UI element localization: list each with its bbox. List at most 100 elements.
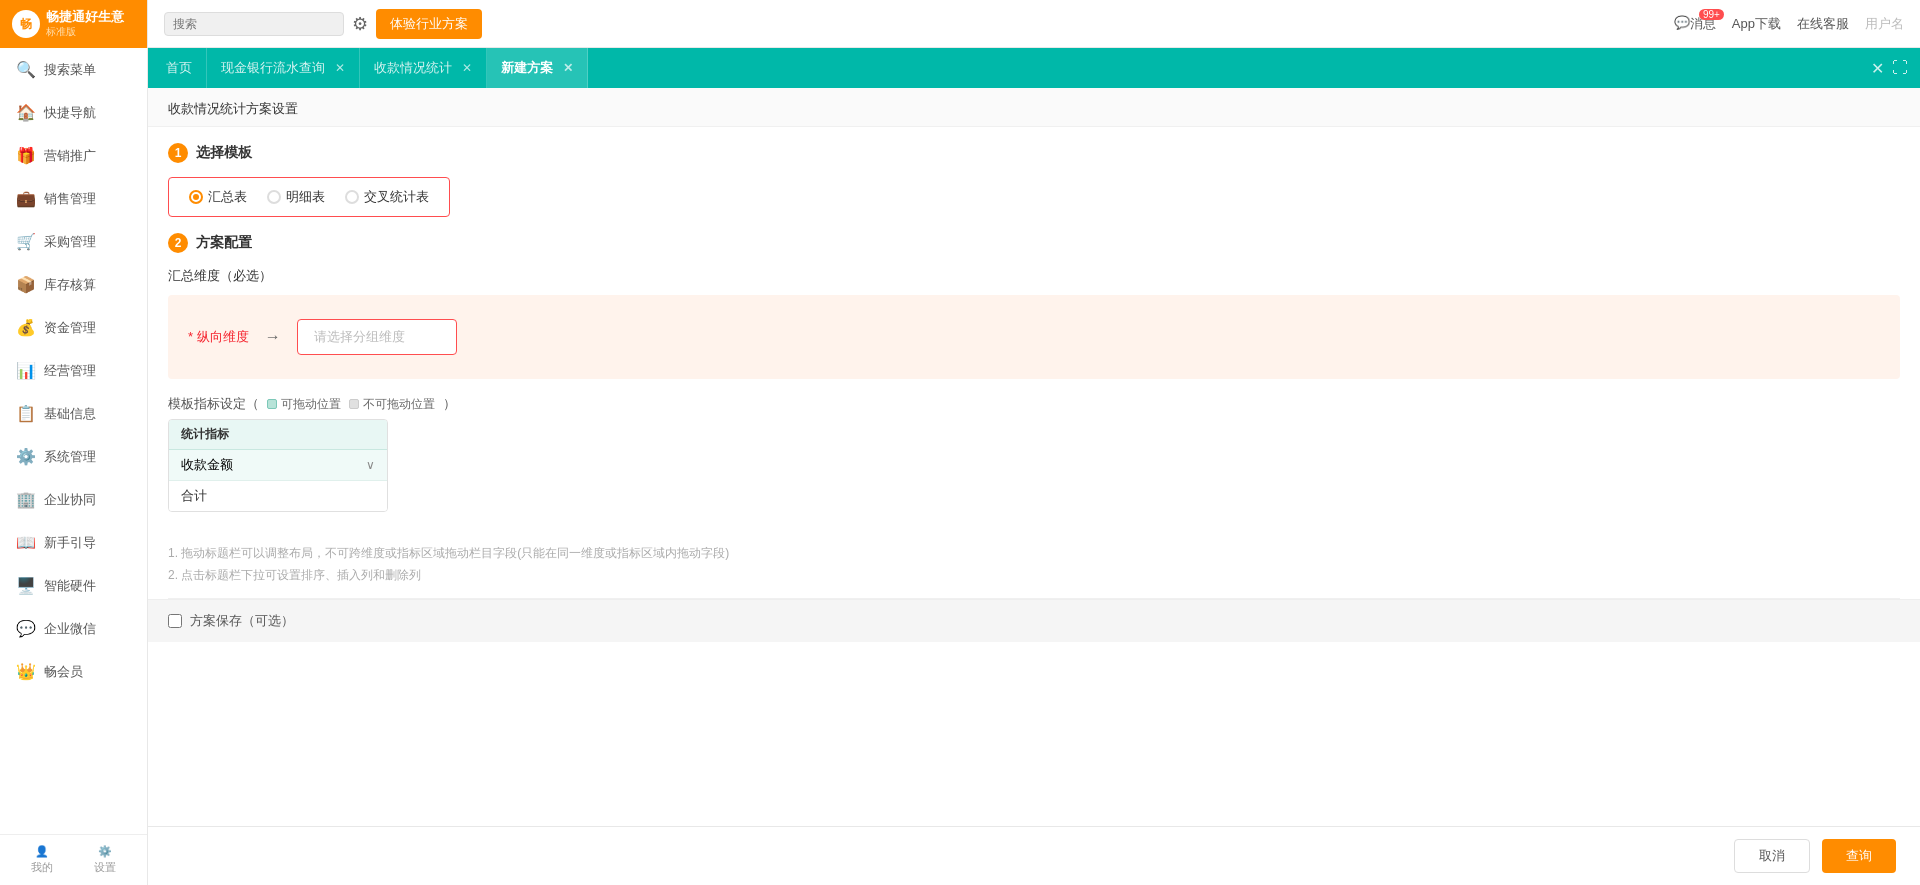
metrics-header: 模板指标设定（ 可拖动位置 不可拖动位置 ） [168,395,1900,413]
radio-summary[interactable]: 汇总表 [189,188,247,206]
page-title: 收款情况统计方案设置 [168,101,298,116]
trial-button[interactable]: 体验行业方案 [376,9,482,39]
gear-icon[interactable]: ⚙ [352,13,368,35]
not-draggable-dot [349,399,359,409]
footer-user[interactable]: 👤 我的 [31,845,53,875]
summary-dim-title: 汇总维度（必选） [168,267,1900,285]
sidebar-item-enterprise[interactable]: 🏢 企业协同 [0,478,147,521]
sidebar-item-sales[interactable]: 💼 销售管理 [0,177,147,220]
app-download-link[interactable]: App下载 [1732,15,1781,33]
purchase-icon: 🛒 [16,232,36,251]
tab-new-plan[interactable]: 新建方案 ✕ [487,48,588,88]
search-box [164,12,344,36]
sidebar-item-guide[interactable]: 📖 新手引导 [0,521,147,564]
sidebar-item-wechat[interactable]: 💬 企业微信 [0,607,147,650]
topbar-right: 💬 消息 99+ App下载 在线客服 用户名 [1674,15,1904,33]
step2-section: 2 方案配置 汇总维度（必选） * 纵向维度 → 请选择分组维度 模板指标设定（ [148,233,1920,531]
query-button[interactable]: 查询 [1822,839,1896,873]
sidebar-item-member[interactable]: 👑 畅会员 [0,650,147,693]
footer-settings[interactable]: ⚙️ 设置 [94,845,116,875]
step2-title: 2 方案配置 [168,233,1900,253]
sidebar-item-quick-nav[interactable]: 🏠 快捷导航 [0,91,147,134]
sidebar-item-inventory[interactable]: 📦 库存核算 [0,263,147,306]
legend-not-draggable: 不可拖动位置 [349,396,435,413]
topbar: ⚙ 体验行业方案 💬 消息 99+ App下载 在线客服 用户名 [148,0,1920,48]
search-input[interactable] [164,12,344,36]
sidebar-item-hardware[interactable]: 🖥️ 智能硬件 [0,564,147,607]
metrics-table-cell[interactable]: 收款金额 ∨ [169,450,387,481]
sidebar-item-basic-info[interactable]: 📋 基础信息 [0,392,147,435]
sidebar-item-search-menu[interactable]: 🔍 搜索菜单 [0,48,147,91]
tab-home[interactable]: 首页 [152,48,207,88]
cell-dropdown-arrow[interactable]: ∨ [366,458,375,472]
sidebar-item-purchase[interactable]: 🛒 采购管理 [0,220,147,263]
template-box: 汇总表 明细表 交叉统计表 [168,177,450,217]
logo-icon: 畅 [12,10,40,38]
inventory-icon: 📦 [16,275,36,294]
online-support-link[interactable]: 在线客服 [1797,15,1849,33]
sidebar-item-system[interactable]: ⚙️ 系统管理 [0,435,147,478]
sidebar-logo: 畅 畅捷通好生意 标准版 [0,0,147,48]
radio-group: 汇总表 明细表 交叉统计表 [189,188,429,206]
radio-cross[interactable]: 交叉统计表 [345,188,429,206]
step1-section: 1 选择模板 汇总表 明细表 [148,127,1920,233]
tab-bank-flow[interactable]: 现金银行流水查询 ✕ [207,48,360,88]
page-content: 收款情况统计方案设置 1 选择模板 汇总表 明 [148,88,1920,826]
dim-row-label: * 纵向维度 [188,328,249,346]
step1-label: 选择模板 [196,144,252,162]
tip-1: 1. 拖动标题栏可以调整布局，不可跨维度或指标区域拖动栏目字段(只能在同一维度或… [168,543,1900,565]
tab-close-bank-flow[interactable]: ✕ [335,61,345,75]
topbar-left: ⚙ 体验行业方案 [164,9,482,39]
main-area: ⚙ 体验行业方案 💬 消息 99+ App下载 在线客服 用户名 首页 现金银行… [148,0,1920,885]
message-icon: 💬 [1674,15,1690,33]
tabbar: 首页 现金银行流水查询 ✕ 收款情况统计 ✕ 新建方案 ✕ ✕ ⛶ [148,48,1920,88]
basic-info-icon: 📋 [16,404,36,423]
member-icon: 👑 [16,662,36,681]
tips-section: 1. 拖动标题栏可以调整布局，不可跨维度或指标区域拖动栏目字段(只能在同一维度或… [148,531,1920,598]
dim-arrow: → [265,328,281,346]
message-area[interactable]: 💬 消息 99+ [1674,15,1716,33]
tab-receipt-stats[interactable]: 收款情况统计 ✕ [360,48,487,88]
page-header: 收款情况统计方案设置 [148,88,1920,127]
sales-icon: 💼 [16,189,36,208]
radio-detail-circle [267,190,281,204]
dim-select-box[interactable]: 请选择分组维度 [297,319,457,355]
cancel-button[interactable]: 取消 [1734,839,1810,873]
guide-icon: 📖 [16,533,36,552]
metrics-table-header: 统计指标 [169,420,387,450]
step1-title: 1 选择模板 [168,143,1900,163]
metrics-table-total: 合计 [169,481,387,511]
metrics-table: 统计指标 收款金额 ∨ 合计 [168,419,388,512]
save-checkbox[interactable] [168,614,182,628]
footer-bar: 取消 查询 [148,826,1920,885]
settings-icon: ⚙️ [98,845,112,858]
search-menu-icon: 🔍 [16,60,36,79]
radio-summary-circle [189,190,203,204]
system-icon: ⚙️ [16,447,36,466]
finance-icon: 💰 [16,318,36,337]
step2-label: 方案配置 [196,234,252,252]
tab-expand-icon[interactable]: ⛶ [1892,59,1908,78]
tab-close-all-icon[interactable]: ✕ [1871,59,1884,78]
tab-close-receipt-stats[interactable]: ✕ [462,61,472,75]
sidebar-item-finance[interactable]: 💰 资金管理 [0,306,147,349]
sidebar: 畅 畅捷通好生意 标准版 🔍 搜索菜单 🏠 快捷导航 🎁 营销推广 💼 销售管理… [0,0,148,885]
marketing-icon: 🎁 [16,146,36,165]
metrics-config: 模板指标设定（ 可拖动位置 不可拖动位置 ） 统计指标 [168,395,1900,515]
sidebar-item-marketing[interactable]: 🎁 营销推广 [0,134,147,177]
legend-draggable: 可拖动位置 [267,396,341,413]
save-label: 方案保存（可选） [190,612,294,630]
hardware-icon: 🖥️ [16,576,36,595]
message-badge: 99+ [1699,9,1724,20]
user-name: 用户名 [1865,15,1904,33]
wechat-icon: 💬 [16,619,36,638]
metrics-header-close: ） [443,395,456,413]
content-area: 收款情况统计方案设置 1 选择模板 汇总表 明 [148,88,1920,826]
quick-nav-icon: 🏠 [16,103,36,122]
tab-close-new-plan[interactable]: ✕ [563,61,573,75]
dimension-area: * 纵向维度 → 请选择分组维度 [168,295,1900,379]
metrics-header-text: 模板指标设定（ [168,395,259,413]
radio-detail[interactable]: 明细表 [267,188,325,206]
user-icon: 👤 [35,845,49,858]
sidebar-item-operation[interactable]: 📊 经营管理 [0,349,147,392]
